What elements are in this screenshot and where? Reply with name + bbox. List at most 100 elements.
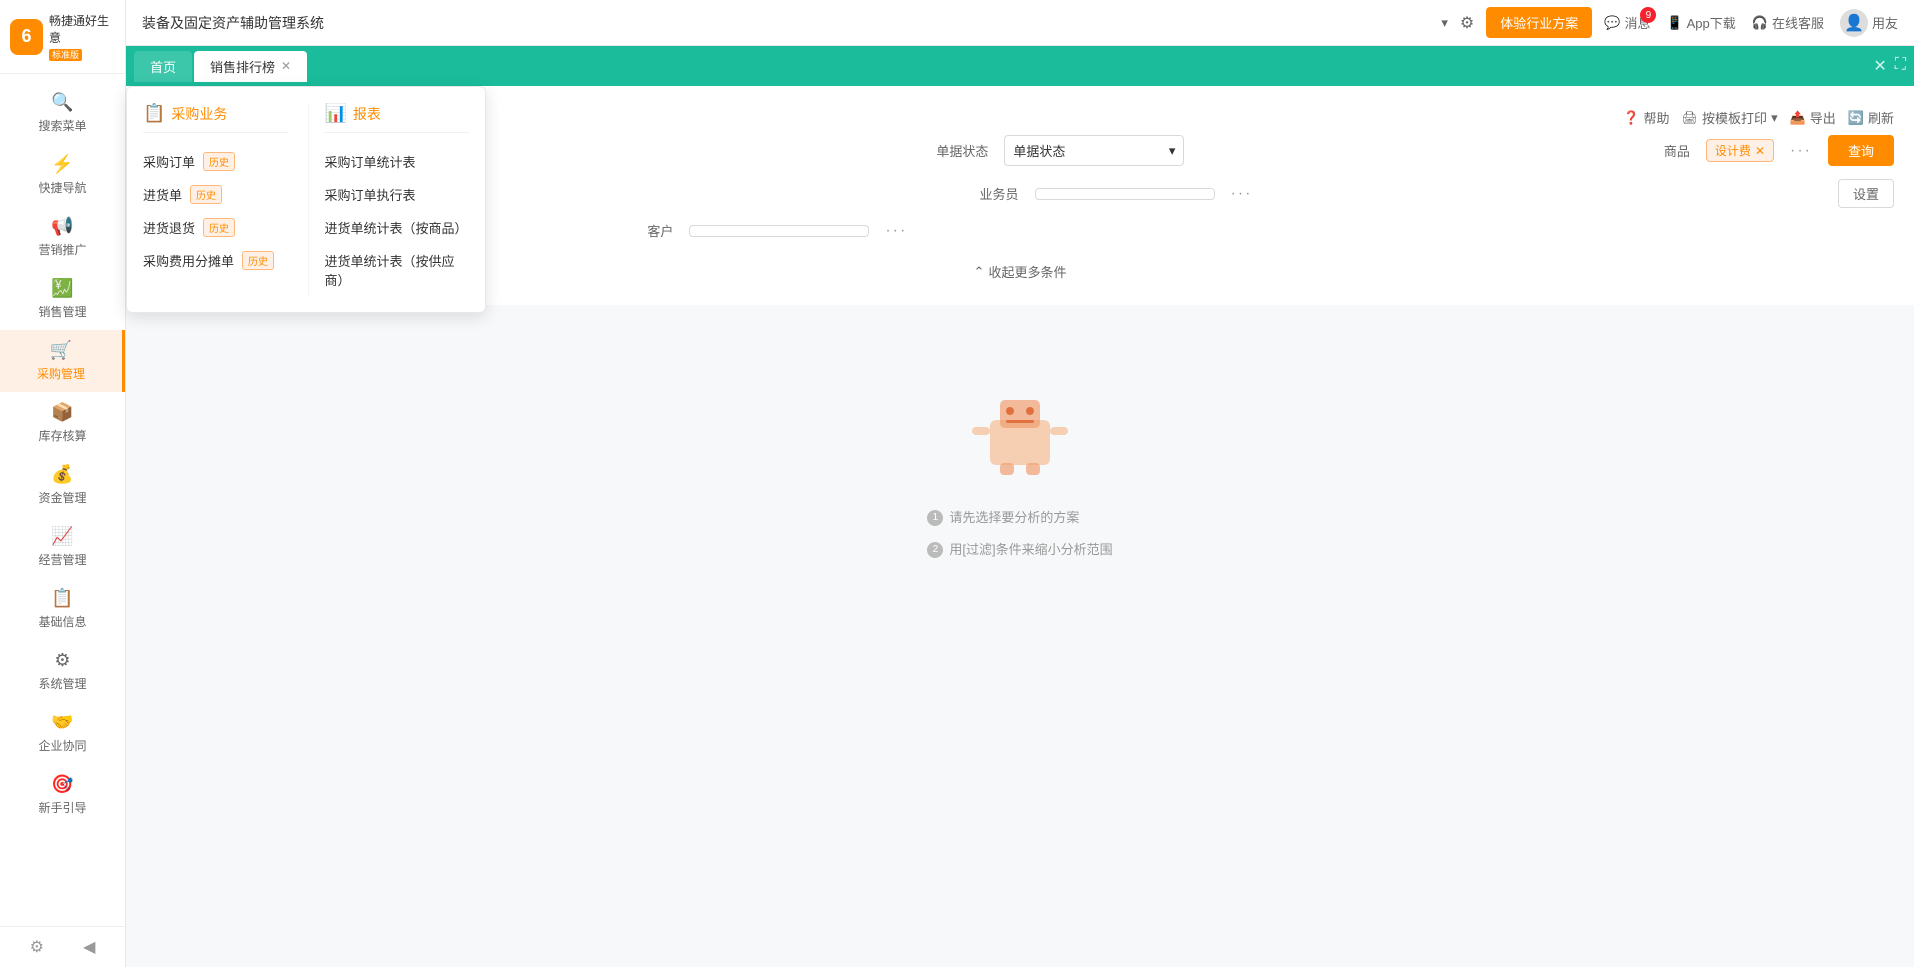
report-col-title-text: 报表 <box>353 104 381 124</box>
goods-tag-value: 设计费 <box>1715 142 1751 159</box>
main-content: 装备及固定资产辅助管理系统 ▾ ⚙ 体验行业方案 💬 消息 9 📱 App下载 … <box>126 0 1914 967</box>
salesperson-select[interactable] <box>1035 188 1215 200</box>
sidebar-item-operations[interactable]: 📈 经营管理 <box>0 516 125 578</box>
goods-filter-tag: 设计费 ✕ <box>1706 139 1774 162</box>
dropdown-item-goods-return[interactable]: 进货退货 历史 <box>143 211 288 244</box>
quicknav-icon: ⚡ <box>51 154 73 175</box>
purchase-cost-label: 采购费用分摊单 <box>143 251 234 270</box>
tab-bar-maximize-button[interactable]: ⛶ <box>1895 56 1906 76</box>
guide-icon: 🎯 <box>51 774 73 795</box>
collapse-button[interactable]: ⌃ 收起更多条件 <box>962 256 1079 287</box>
help-button[interactable]: ❓ 帮助 <box>1623 108 1669 127</box>
inventory-icon: 📦 <box>51 402 73 423</box>
tab-home-label: 首页 <box>150 57 176 76</box>
messages-badge: 9 <box>1640 7 1656 23</box>
goods-tag-close[interactable]: ✕ <box>1755 144 1765 158</box>
sidebar-collapse-button[interactable]: ◀ <box>83 937 95 957</box>
user-menu[interactable]: 👤 用友 <box>1840 9 1898 37</box>
basicinfo-icon: 📋 <box>51 588 73 609</box>
tab-bar: 首页 销售排行榜 ✕ ✕ ⛶ <box>126 46 1914 86</box>
dropdown-item-receipt-stats-supplier[interactable]: 进货单统计表（按供应商） <box>325 244 470 296</box>
tab-close-icon[interactable]: ✕ <box>281 59 291 73</box>
dropdown-item-order-exec[interactable]: 采购订单执行表 <box>325 178 470 211</box>
sidebar-item-guide-label: 新手引导 <box>38 799 86 816</box>
sidebar-item-inventory[interactable]: 📦 库存核算 <box>0 392 125 454</box>
dropdown-report-col: 📊 报表 采购订单统计表 采购订单执行表 进货单统计表（按商品） 进货单统计表（… <box>308 103 470 296</box>
receipt-stats-supplier-label: 进货单统计表（按供应商） <box>325 251 470 289</box>
purchase-col-title-text: 采购业务 <box>171 104 227 124</box>
tab-sales-ranking-label: 销售排行榜 <box>210 57 275 76</box>
dropdown-item-purchase-order[interactable]: 采购订单 历史 <box>143 145 288 178</box>
status-select-value: 单据状态 <box>1013 141 1065 160</box>
export-button[interactable]: 📤 导出 <box>1790 108 1836 127</box>
hint1-dot: 1 <box>927 510 943 526</box>
sidebar-item-system[interactable]: ⚙ 系统管理 <box>0 640 125 702</box>
sidebar-item-purchase[interactable]: 🛒 采购管理 <box>0 330 125 392</box>
sidebar: 6 畅捷通好生意 标准版 🔍 搜索菜单 ⚡ 快捷导航 📢 营销推广 <box>0 0 126 967</box>
help-icon: ❓ <box>1623 110 1639 126</box>
sidebar-item-operations-label: 经营管理 <box>38 551 86 568</box>
status-select[interactable]: 单据状态 ▾ <box>1004 135 1184 166</box>
sidebar-item-search-label: 搜索菜单 <box>38 117 86 134</box>
tab-home[interactable]: 首页 <box>134 51 192 82</box>
order-stats-label: 采购订单统计表 <box>325 152 416 171</box>
customer-filter-label: 客户 <box>647 221 673 240</box>
logo-edition-badge: 标准版 <box>49 46 115 61</box>
sidebar-item-system-label: 系统管理 <box>38 675 86 692</box>
online-service-button[interactable]: 🎧 在线客服 <box>1752 13 1824 32</box>
customer-select[interactable] <box>689 225 869 237</box>
settings-button[interactable]: 设置 <box>1838 179 1894 208</box>
solution-button[interactable]: 体验行业方案 <box>1486 7 1592 38</box>
app-download-button[interactable]: 📱 App下载 <box>1666 13 1735 32</box>
salesperson-filter-ellipsis[interactable]: ··· <box>1231 185 1253 203</box>
sidebar-item-quicknav[interactable]: ⚡ 快捷导航 <box>0 144 125 206</box>
customer-filter-ellipsis[interactable]: ··· <box>885 222 907 240</box>
dropdown-item-purchase-cost[interactable]: 采购费用分摊单 历史 <box>143 244 288 277</box>
sidebar-item-search[interactable]: 🔍 搜索菜单 <box>0 82 125 144</box>
marketing-icon: 📢 <box>51 216 73 237</box>
dropdown-item-order-stats[interactable]: 采购订单统计表 <box>325 145 470 178</box>
operations-icon: 📈 <box>51 526 73 547</box>
receipt-stats-goods-label: 进货单统计表（按商品） <box>325 218 468 237</box>
tab-sales-ranking[interactable]: 销售排行榜 ✕ <box>194 51 307 82</box>
purchase-dropdown-menu: 📋 采购业务 采购订单 历史 进货单 历史 进货退货 历史 采购费用分摊单 <box>126 86 486 313</box>
dropdown-arrow-icon: ▾ <box>1441 15 1448 31</box>
dropdown-item-goods-receipt[interactable]: 进货单 历史 <box>143 178 288 211</box>
messages-button[interactable]: 💬 消息 9 <box>1604 13 1650 32</box>
header-dropdown[interactable]: ▾ <box>1441 15 1448 31</box>
dropdown-item-receipt-stats-goods[interactable]: 进货单统计表（按商品） <box>325 211 470 244</box>
goods-filter-ellipsis[interactable]: ··· <box>1790 142 1812 160</box>
sidebar-item-basicinfo[interactable]: 📋 基础信息 <box>0 578 125 640</box>
sidebar-logo: 6 畅捷通好生意 标准版 <box>0 0 125 74</box>
hint2-text: 用[过滤]条件来缩小分析范围 <box>949 537 1112 563</box>
header-actions: 💬 消息 9 📱 App下载 🎧 在线客服 👤 用友 <box>1604 9 1898 37</box>
avatar-icon: 👤 <box>1844 13 1864 33</box>
tab-bar-close-button[interactable]: ✕ <box>1873 56 1886 76</box>
sidebar-item-marketing[interactable]: 📢 营销推广 <box>0 206 125 268</box>
goods-receipt-label: 进货单 <box>143 185 182 204</box>
sidebar-item-finance[interactable]: 💰 资金管理 <box>0 454 125 516</box>
logo-name: 畅捷通好生意 <box>49 12 115 46</box>
user-label: 用友 <box>1872 13 1898 32</box>
query-button[interactable]: 查询 <box>1828 135 1894 166</box>
print-button[interactable]: 🖨 按模板打印 ▾ <box>1682 108 1778 127</box>
sidebar-settings-button[interactable]: ⚙ <box>30 937 44 957</box>
sidebar-item-guide[interactable]: 🎯 新手引导 <box>0 764 125 826</box>
empty-hint-1: 1 请先选择要分析的方案 <box>927 505 1112 531</box>
print-icon: 🖨 <box>1682 110 1699 126</box>
dropdown-purchase-col: 📋 采购业务 采购订单 历史 进货单 历史 进货退货 历史 采购费用分摊单 <box>143 103 288 296</box>
empty-hint-2: 2 用[过滤]条件来缩小分析范围 <box>927 537 1112 563</box>
top-header: 装备及固定资产辅助管理系统 ▾ ⚙ 体验行业方案 💬 消息 9 📱 App下载 … <box>126 0 1914 46</box>
header-settings-button[interactable]: ⚙ <box>1460 13 1474 33</box>
refresh-button[interactable]: 🔄 刷新 <box>1848 108 1894 127</box>
goods-filter-label: 商品 <box>1664 141 1690 160</box>
status-filter-label: 单据状态 <box>936 141 988 160</box>
purchase-cost-history-badge: 历史 <box>242 251 274 270</box>
print-dropdown-icon: ▾ <box>1771 110 1778 126</box>
header-title: 装备及固定资产辅助管理系统 <box>142 13 1429 33</box>
sidebar-item-collab[interactable]: 🤝 企业协同 <box>0 702 125 764</box>
salesperson-filter-label: 业务员 <box>980 184 1019 203</box>
online-service-label: 在线客服 <box>1772 13 1824 32</box>
sidebar-item-sales[interactable]: 💹 销售管理 <box>0 268 125 330</box>
dropdown-report-title: 📊 报表 <box>325 103 470 133</box>
